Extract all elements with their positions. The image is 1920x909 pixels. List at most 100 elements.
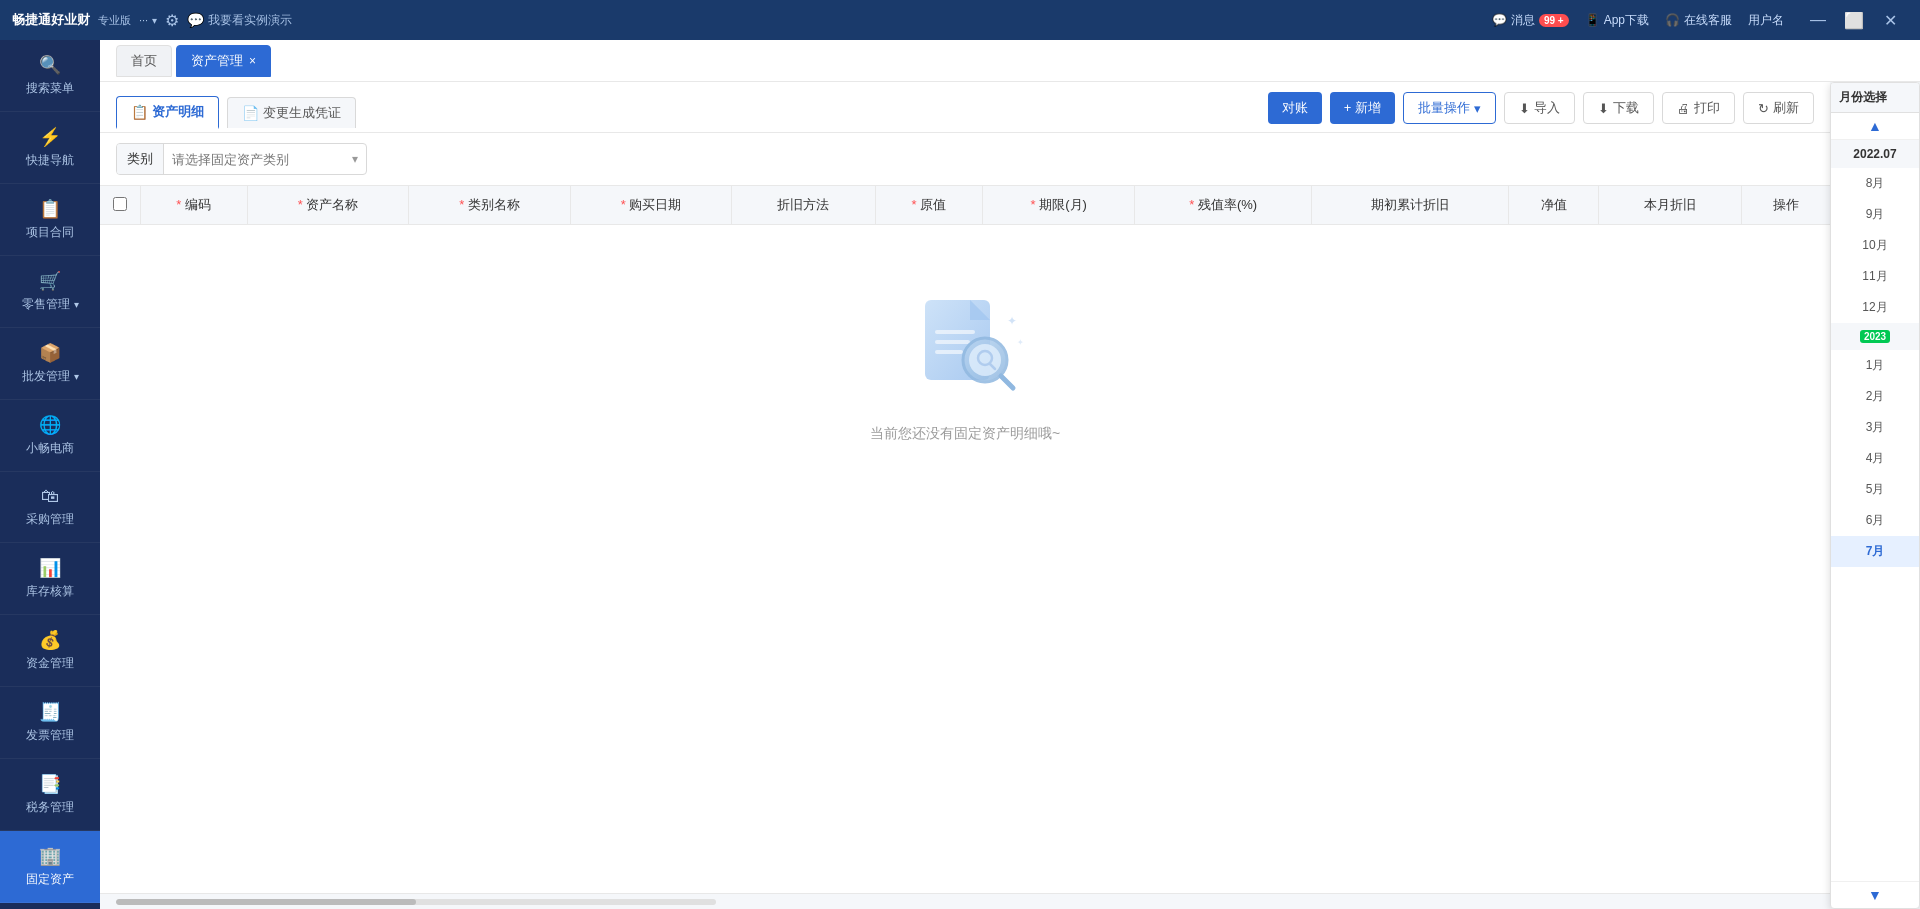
asset-table: 编码 资产名称 类别名称 购买日期 bbox=[100, 186, 1830, 225]
sidebar: 🔍 搜索菜单 ⚡ 快捷导航 📋 项目合同 🛒 零售管理▾ 📦 批发管理▾ 🌐 小… bbox=[0, 40, 100, 909]
col-period: 期限(月) bbox=[983, 186, 1135, 225]
month-item-2022-9[interactable]: 9月 bbox=[1831, 199, 1919, 230]
download-button[interactable]: ⬇ 下载 bbox=[1583, 92, 1654, 124]
sub-tab-bar: 📋 资产明细 📄 变更生成凭证 对账 + 新增 批量操作 ▾ bbox=[100, 82, 1830, 133]
top-bar-left: 畅捷通好业财 专业版 ··· ▾ ⚙ 💬 我要看实例演示 bbox=[12, 11, 292, 30]
col-code: 编码 bbox=[140, 186, 247, 225]
year-2022-header: 2022.07 bbox=[1831, 140, 1919, 168]
sidebar-item-quicknav[interactable]: ⚡ 快捷导航 bbox=[0, 112, 100, 184]
company-selector[interactable]: ··· ▾ bbox=[139, 14, 157, 26]
empty-state: ✦ ✦ 当前您还没有固定资产明细哦~ bbox=[100, 225, 1830, 503]
month-item-2023-1[interactable]: 1月 bbox=[1831, 350, 1919, 381]
svg-point-6 bbox=[969, 344, 1001, 376]
sidebar-item-invoice[interactable]: 🧾 发票管理 bbox=[0, 687, 100, 759]
sidebar-item-inventory[interactable]: 📊 库存核算 bbox=[0, 543, 100, 615]
sidebar-item-wholesale[interactable]: 📦 批发管理▾ bbox=[0, 328, 100, 400]
svg-rect-4 bbox=[935, 350, 963, 354]
empty-text: 当前您还没有固定资产明细哦~ bbox=[870, 425, 1060, 443]
batch-button[interactable]: 批量操作 ▾ bbox=[1403, 92, 1496, 124]
col-depreciation-method: 折旧方法 bbox=[732, 186, 875, 225]
month-nav-up-btn[interactable]: ▲ bbox=[1862, 117, 1888, 135]
sidebar-item-assets[interactable]: 🏢 固定资产 bbox=[0, 831, 100, 903]
minimize-button[interactable]: — bbox=[1800, 2, 1836, 38]
content-area: 首页 资产管理 × 📋 资产明细 📄 变更生成凭证 bbox=[100, 40, 1920, 909]
phone-icon: 📱 bbox=[1585, 13, 1600, 27]
online-service-button[interactable]: 🎧 在线客服 bbox=[1665, 12, 1732, 29]
month-item-2023-7[interactable]: 7月 bbox=[1831, 536, 1919, 567]
reconcile-button[interactable]: 对账 bbox=[1268, 92, 1322, 124]
app-edition: 专业版 bbox=[98, 13, 131, 28]
select-all-checkbox[interactable] bbox=[113, 197, 127, 211]
retail-arrow: ▾ bbox=[74, 299, 79, 310]
month-item-2022-8[interactable]: 8月 bbox=[1831, 168, 1919, 199]
finance-icon: 💰 bbox=[39, 629, 61, 651]
demo-link[interactable]: 💬 我要看实例演示 bbox=[187, 12, 292, 29]
tab-home[interactable]: 首页 bbox=[116, 45, 172, 77]
wholesale-icon: 📦 bbox=[39, 342, 61, 364]
tab-bar: 首页 资产管理 × bbox=[100, 40, 1920, 82]
maximize-button[interactable]: ⬜ bbox=[1836, 2, 1872, 38]
download-icon: ⬇ bbox=[1598, 101, 1609, 116]
settings-icon[interactable]: ⚙ bbox=[165, 11, 179, 30]
category-filter[interactable]: 类别 ▾ bbox=[116, 143, 367, 175]
top-bar-right: 💬 消息 99 + 📱 App下载 🎧 在线客服 用户名 — ⬜ ✕ bbox=[1492, 2, 1908, 38]
sidebar-item-salary[interactable]: 💵 工资 bbox=[0, 903, 100, 909]
batch-dropdown-icon: ▾ bbox=[1474, 101, 1481, 116]
sidebar-item-purchase[interactable]: 🛍 采购管理 bbox=[0, 472, 100, 543]
sidebar-item-tax[interactable]: 📑 税务管理 bbox=[0, 759, 100, 831]
sidebar-item-project[interactable]: 📋 项目合同 bbox=[0, 184, 100, 256]
app-download-button[interactable]: 📱 App下载 bbox=[1585, 12, 1649, 29]
month-item-2023-6[interactable]: 6月 bbox=[1831, 505, 1919, 536]
month-item-2023-3[interactable]: 3月 bbox=[1831, 412, 1919, 443]
message-button[interactable]: 💬 消息 99 + bbox=[1492, 12, 1569, 29]
category-filter-label: 类别 bbox=[117, 144, 164, 174]
month-nav-down-btn[interactable]: ▼ bbox=[1862, 886, 1888, 904]
col-purchase-date: 购买日期 bbox=[570, 186, 731, 225]
wholesale-arrow: ▾ bbox=[74, 371, 79, 382]
sidebar-item-ecommerce[interactable]: 🌐 小畅电商 bbox=[0, 400, 100, 472]
add-button[interactable]: + 新增 bbox=[1330, 92, 1395, 124]
tab-close-icon[interactable]: × bbox=[249, 55, 256, 67]
top-bar: 畅捷通好业财 专业版 ··· ▾ ⚙ 💬 我要看实例演示 💬 消息 99 + 📱… bbox=[0, 0, 1920, 40]
filter-bar: 类别 ▾ bbox=[100, 133, 1830, 186]
month-picker-list: 2022.07 8月 9月 10月 11月 12月 bbox=[1831, 140, 1919, 881]
sidebar-item-search[interactable]: 🔍 搜索菜单 bbox=[0, 40, 100, 112]
refresh-button[interactable]: ↻ 刷新 bbox=[1743, 92, 1814, 124]
sub-tab-detail[interactable]: 📋 资产明细 bbox=[116, 96, 219, 129]
user-info[interactable]: 用户名 bbox=[1748, 12, 1784, 29]
empty-icon: ✦ ✦ bbox=[905, 285, 1025, 405]
month-item-2022-12[interactable]: 12月 bbox=[1831, 292, 1919, 323]
month-item-2023-4[interactable]: 4月 bbox=[1831, 443, 1919, 474]
print-button[interactable]: 🖨 打印 bbox=[1662, 92, 1735, 124]
main-layout: 🔍 搜索菜单 ⚡ 快捷导航 📋 项目合同 🛒 零售管理▾ 📦 批发管理▾ 🌐 小… bbox=[0, 40, 1920, 909]
table-wrapper: 编码 资产名称 类别名称 购买日期 bbox=[100, 186, 1830, 893]
category-dropdown-icon: ▾ bbox=[344, 152, 366, 166]
svg-text:✦: ✦ bbox=[1017, 338, 1024, 347]
tab-asset-mgmt[interactable]: 资产管理 × bbox=[176, 45, 271, 77]
refresh-icon: ↻ bbox=[1758, 101, 1769, 116]
assets-icon: 🏢 bbox=[39, 845, 61, 867]
message-badge: 99 + bbox=[1539, 14, 1569, 27]
col-category: 类别名称 bbox=[409, 186, 570, 225]
tax-icon: 📑 bbox=[39, 773, 61, 795]
retail-icon: 🛒 bbox=[39, 270, 61, 292]
sub-tab-voucher[interactable]: 📄 变更生成凭证 bbox=[227, 97, 356, 128]
window-controls: — ⬜ ✕ bbox=[1800, 2, 1908, 38]
col-monthly-depreciation: 本月折旧 bbox=[1598, 186, 1741, 225]
close-button[interactable]: ✕ bbox=[1872, 2, 1908, 38]
import-icon: ⬇ bbox=[1519, 101, 1530, 116]
search-icon: 🔍 bbox=[39, 54, 61, 76]
month-item-2022-10[interactable]: 10月 bbox=[1831, 230, 1919, 261]
sidebar-item-finance[interactable]: 💰 资金管理 bbox=[0, 615, 100, 687]
asset-panel: 📋 资产明细 📄 变更生成凭证 对账 + 新增 批量操作 ▾ bbox=[100, 82, 1830, 909]
month-item-2022-11[interactable]: 11月 bbox=[1831, 261, 1919, 292]
month-item-2023-2[interactable]: 2月 bbox=[1831, 381, 1919, 412]
sidebar-item-retail[interactable]: 🛒 零售管理▾ bbox=[0, 256, 100, 328]
month-picker-header: 月份选择 bbox=[1831, 83, 1919, 113]
message-icon: 💬 bbox=[1492, 13, 1507, 27]
import-button[interactable]: ⬇ 导入 bbox=[1504, 92, 1575, 124]
col-residual-rate: 残值率(%) bbox=[1135, 186, 1311, 225]
month-item-2023-5[interactable]: 5月 bbox=[1831, 474, 1919, 505]
horizontal-scrollbar[interactable] bbox=[116, 899, 716, 905]
category-filter-input[interactable] bbox=[164, 152, 344, 167]
